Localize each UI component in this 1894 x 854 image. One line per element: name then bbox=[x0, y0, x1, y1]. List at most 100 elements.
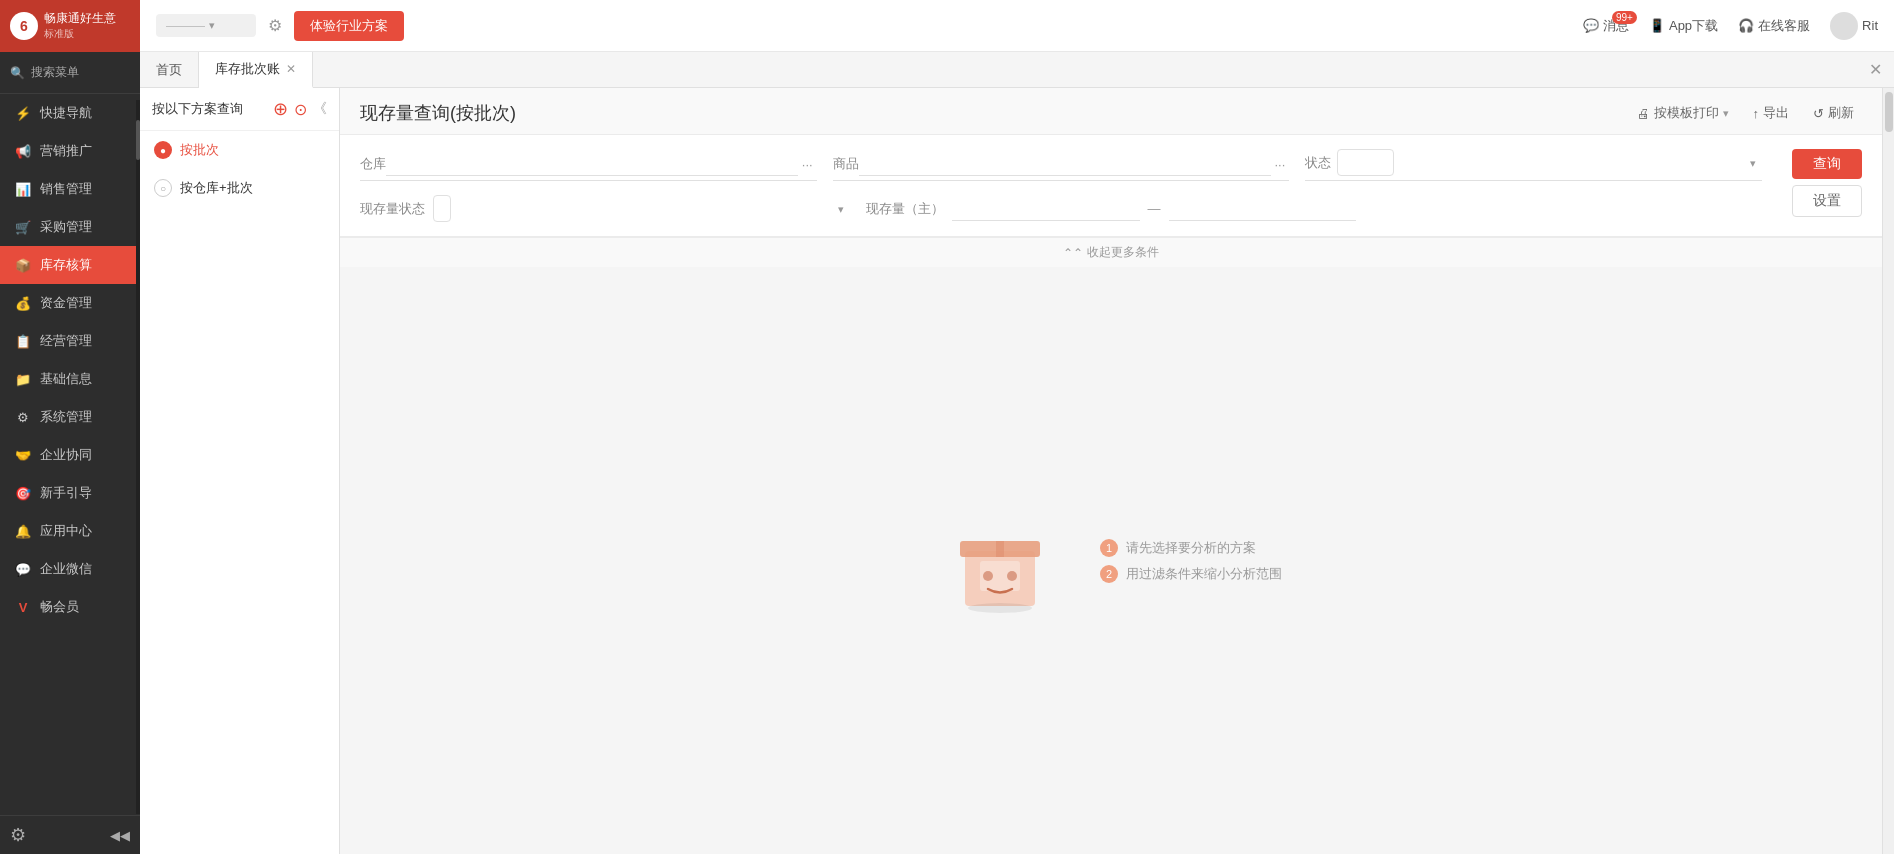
chevron-down-icon: ▾ bbox=[209, 19, 215, 32]
quick-nav-icon: ⚡ bbox=[14, 104, 32, 122]
settings-gear-icon[interactable]: ⚙ bbox=[268, 16, 282, 35]
print-template-button[interactable]: 🖨 按模板打印 ▾ bbox=[1629, 100, 1737, 126]
sidebar-item-apps[interactable]: 🔔 应用中心 bbox=[0, 512, 140, 550]
export-button[interactable]: ↑ 导出 bbox=[1745, 100, 1798, 126]
left-panel-actions: ⊕ ⊙ 《 bbox=[273, 98, 327, 120]
stock-status-dropdown-icon: ▾ bbox=[838, 202, 844, 215]
sidebar-item-guide[interactable]: 🎯 新手引导 bbox=[0, 474, 140, 512]
product-more-button[interactable]: ··· bbox=[1271, 157, 1290, 172]
sidebar-item-finance[interactable]: 💰 资金管理 bbox=[0, 284, 140, 322]
wechat-icon: 💬 bbox=[14, 560, 32, 578]
sidebar-item-sales[interactable]: 📊 销售管理 bbox=[0, 170, 140, 208]
filter-row2: 现存量状态 ▾ 现存量（主） — bbox=[360, 195, 1862, 222]
page-content: 按以下方案查询 ⊕ ⊙ 《 ● 按批次 ○ 按仓库+批次 现存量查询(按批次) bbox=[140, 88, 1894, 854]
member-icon: V bbox=[14, 598, 32, 616]
empty-hint-1: 1 请先选择要分析的方案 bbox=[1100, 539, 1282, 557]
empty-box-svg bbox=[945, 506, 1055, 616]
main-area: ——— ▾ ⚙ 体验行业方案 💬 消息 99+ 📱 App下载 🎧 在线客服 R… bbox=[140, 0, 1894, 854]
add-scheme-button[interactable]: ⊕ bbox=[273, 98, 288, 120]
stock-quantity-dash: — bbox=[1148, 201, 1161, 216]
sidebar-item-quick-nav[interactable]: ⚡ 快捷导航 bbox=[0, 94, 140, 132]
settings-button[interactable]: 设置 bbox=[1792, 185, 1862, 217]
sidebar-scroll-thumb bbox=[136, 120, 140, 160]
breadcrumb-search[interactable]: ——— ▾ bbox=[156, 14, 256, 37]
sidebar-item-member[interactable]: V 畅会员 bbox=[0, 588, 140, 626]
scheme-settings-button[interactable]: ⊙ bbox=[294, 100, 307, 119]
app-title-block: 畅康通好生意 标准版 bbox=[44, 11, 116, 41]
status-label: 状态 bbox=[1305, 154, 1331, 172]
breadcrumb-text: ——— bbox=[166, 18, 205, 33]
tab-batch-account[interactable]: 库存批次账 ✕ bbox=[199, 52, 313, 88]
scheme-item-by-batch[interactable]: ● 按批次 bbox=[140, 131, 339, 169]
svg-rect-3 bbox=[996, 541, 1004, 557]
stock-quantity-filter: 现存量（主） — bbox=[866, 197, 1356, 221]
filter-area: 仓库 ··· 商品 ··· 状态 bbox=[340, 135, 1882, 237]
app-edition: 标准版 bbox=[44, 27, 116, 41]
sidebar-collapse-button[interactable]: ◀◀ bbox=[110, 828, 130, 843]
user-avatar-button[interactable]: Rit bbox=[1830, 12, 1878, 40]
right-scrollbar[interactable] bbox=[1882, 88, 1894, 854]
status-select[interactable]: 全部 有库存 无库存 bbox=[1337, 149, 1394, 176]
sidebar: 6 畅康通好生意 标准版 🔍 搜索菜单 ⚡ 快捷导航 📢 营销推广 📊 销售管理… bbox=[0, 0, 140, 854]
message-icon: 💬 bbox=[1583, 18, 1599, 33]
page-actions: 🖨 按模板打印 ▾ ↑ 导出 ↺ 刷新 bbox=[1629, 100, 1863, 126]
stock-status-select[interactable] bbox=[433, 195, 451, 222]
online-service-button[interactable]: 🎧 在线客服 bbox=[1738, 17, 1810, 35]
user-avatar bbox=[1830, 12, 1858, 40]
warehouse-label: 仓库 bbox=[360, 155, 386, 173]
collapse-more-button[interactable]: ⌃⌃ 收起更多条件 bbox=[340, 237, 1882, 267]
scrollbar-thumb bbox=[1885, 92, 1893, 132]
finance-icon: 💰 bbox=[14, 294, 32, 312]
print-dropdown-icon: ▾ bbox=[1723, 107, 1729, 120]
sidebar-item-inventory[interactable]: 📦 库存核算 bbox=[0, 246, 140, 284]
search-menu-button[interactable]: 🔍 搜索菜单 bbox=[10, 60, 130, 85]
sidebar-settings-button[interactable]: ⚙ bbox=[10, 824, 26, 846]
left-panel-collapse-button[interactable]: 《 bbox=[313, 100, 327, 118]
inventory-icon: 📦 bbox=[14, 256, 32, 274]
right-panel: 现存量查询(按批次) 🖨 按模板打印 ▾ ↑ 导出 ↺ 刷新 bbox=[340, 88, 1882, 854]
scheme-item-by-warehouse-batch[interactable]: ○ 按仓库+批次 bbox=[140, 169, 339, 207]
tab-bar: 首页 库存批次账 ✕ ✕ bbox=[140, 52, 1894, 88]
tab-close-icon[interactable]: ✕ bbox=[286, 62, 296, 76]
trial-button[interactable]: 体验行业方案 bbox=[294, 11, 404, 41]
warehouse-filter: 仓库 ··· bbox=[360, 152, 817, 181]
left-panel: 按以下方案查询 ⊕ ⊙ 《 ● 按批次 ○ 按仓库+批次 bbox=[140, 88, 340, 854]
product-label: 商品 bbox=[833, 155, 859, 173]
purchase-icon: 🛒 bbox=[14, 218, 32, 236]
query-button[interactable]: 查询 bbox=[1792, 149, 1862, 179]
messages-button[interactable]: 💬 消息 99+ bbox=[1583, 17, 1629, 35]
stock-quantity-from-input[interactable] bbox=[952, 197, 1140, 221]
page-title: 现存量查询(按批次) bbox=[360, 101, 516, 125]
sidebar-item-system[interactable]: ⚙ 系统管理 bbox=[0, 398, 140, 436]
svg-point-5 bbox=[1007, 571, 1017, 581]
sidebar-item-wechat[interactable]: 💬 企业微信 bbox=[0, 550, 140, 588]
status-select-wrap: 全部 有库存 无库存 ▾ bbox=[1337, 149, 1762, 176]
stock-quantity-to-input[interactable] bbox=[1169, 197, 1357, 221]
stock-status-select-wrap: ▾ bbox=[433, 195, 850, 222]
close-all-tabs-button[interactable]: ✕ bbox=[1869, 60, 1882, 79]
app-download-button[interactable]: 📱 App下载 bbox=[1649, 17, 1718, 35]
empty-state: 1 请先选择要分析的方案 2 用过滤条件来缩小分析范围 bbox=[340, 267, 1882, 854]
warehouse-more-button[interactable]: ··· bbox=[798, 157, 817, 172]
tab-home[interactable]: 首页 bbox=[140, 52, 199, 88]
sidebar-item-enterprise[interactable]: 🤝 企业协同 bbox=[0, 436, 140, 474]
sidebar-item-marketing[interactable]: 📢 营销推广 bbox=[0, 132, 140, 170]
sidebar-footer: ⚙ ◀◀ bbox=[0, 815, 140, 854]
sales-icon: 📊 bbox=[14, 180, 32, 198]
sidebar-item-purchase[interactable]: 🛒 采购管理 bbox=[0, 208, 140, 246]
refresh-button[interactable]: ↺ 刷新 bbox=[1805, 100, 1862, 126]
app-logo: 6 bbox=[10, 12, 38, 40]
system-icon: ⚙ bbox=[14, 408, 32, 426]
warehouse-input[interactable] bbox=[386, 152, 798, 176]
left-panel-header: 按以下方案查询 ⊕ ⊙ 《 bbox=[140, 88, 339, 131]
hint-num-1: 1 bbox=[1100, 539, 1118, 557]
sidebar-item-basic[interactable]: 📁 基础信息 bbox=[0, 360, 140, 398]
sidebar-nav: ⚡ 快捷导航 📢 营销推广 📊 销售管理 🛒 采购管理 📦 库存核算 💰 资金管… bbox=[0, 94, 140, 815]
sidebar-search-area[interactable]: 🔍 搜索菜单 bbox=[0, 52, 140, 94]
basic-icon: 📁 bbox=[14, 370, 32, 388]
sidebar-item-business[interactable]: 📋 经营管理 bbox=[0, 322, 140, 360]
marketing-icon: 📢 bbox=[14, 142, 32, 160]
app-name: 畅康通好生意 bbox=[44, 11, 116, 27]
product-input[interactable] bbox=[859, 152, 1271, 176]
sidebar-header: 6 畅康通好生意 标准版 bbox=[0, 0, 140, 52]
